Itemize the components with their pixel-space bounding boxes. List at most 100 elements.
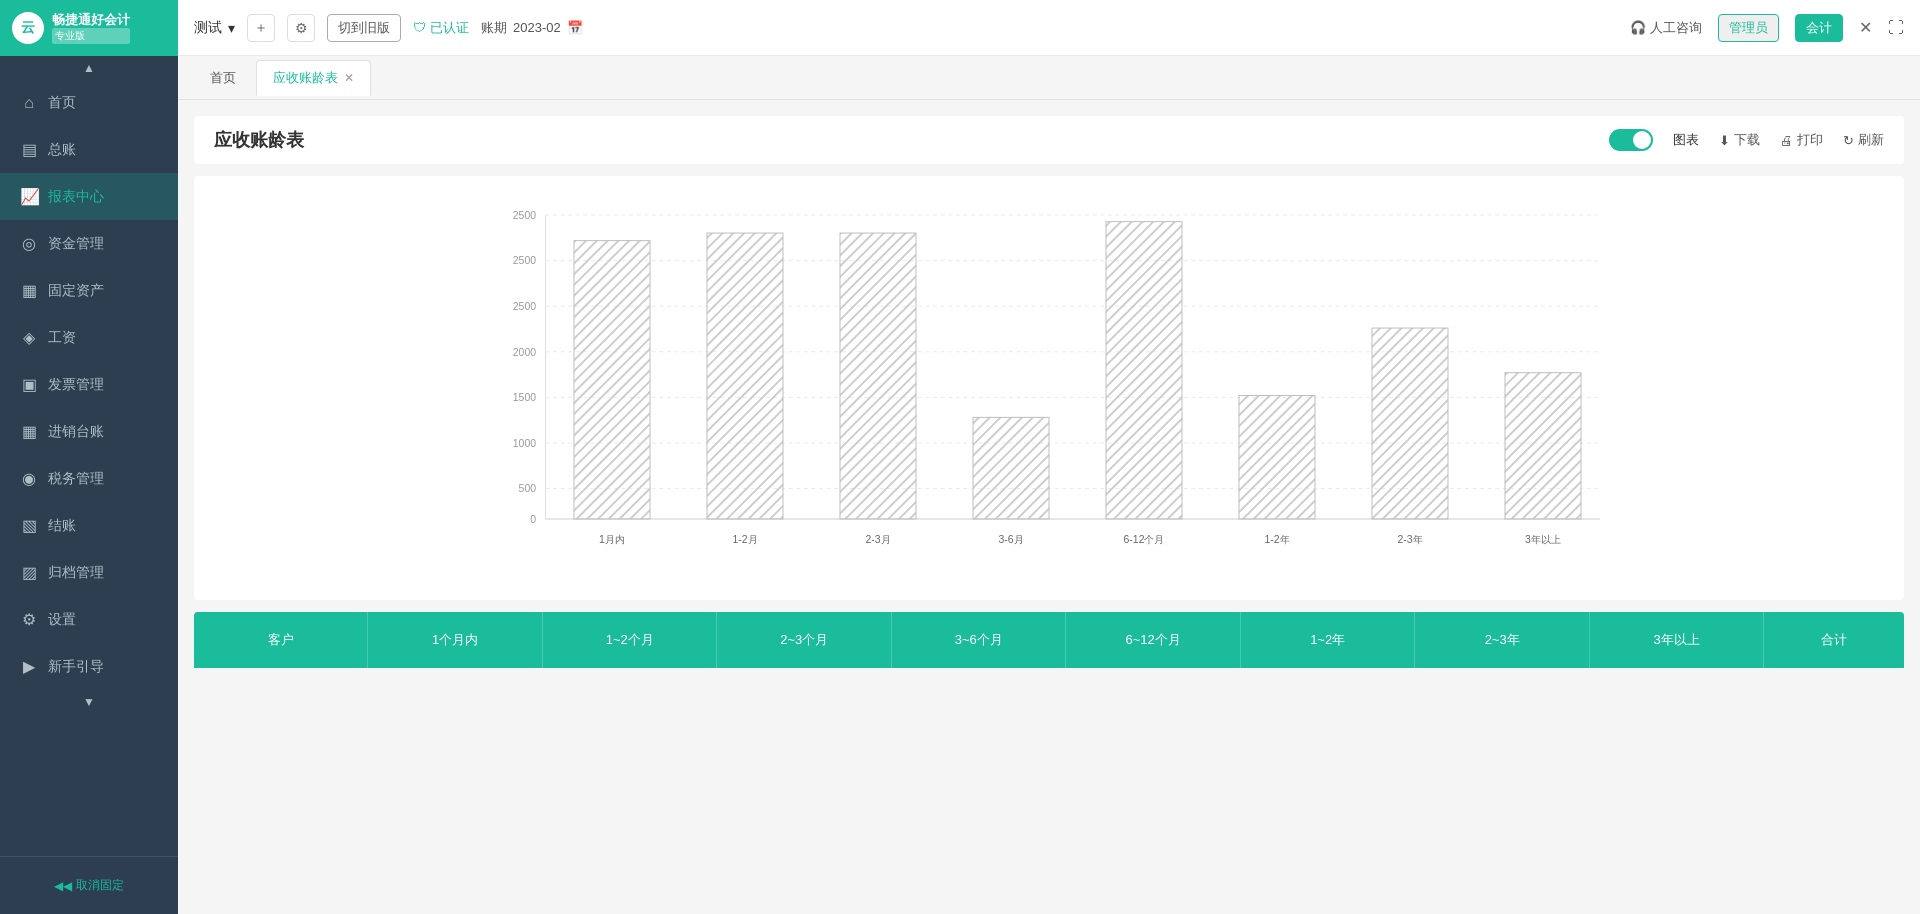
th-1-2month: 1~2个月 <box>543 612 718 668</box>
sidebar-label-sales: 进销台账 <box>48 423 104 441</box>
period-value: 2023-02 <box>513 20 561 35</box>
sidebar-item-tax[interactable]: ◉ 税务管理 <box>0 455 178 502</box>
svg-text:2500: 2500 <box>513 255 536 266</box>
sidebar-item-home[interactable]: ⌂ 首页 <box>0 80 178 126</box>
sidebar-item-guide[interactable]: ▶ 新手引导 <box>0 643 178 690</box>
svg-text:2500: 2500 <box>513 301 536 312</box>
home-icon: ⌂ <box>20 94 38 112</box>
x-label-6: 1-2年 <box>1264 534 1289 545</box>
chart-svg: 2500 2500 2500 2000 1500 1000 500 0 <box>214 196 1884 576</box>
download-label: 下载 <box>1734 131 1760 149</box>
th-3-6month: 3~6个月 <box>892 612 1066 668</box>
bar-8 <box>1505 373 1581 519</box>
pin-left-icon: ◀◀ <box>54 879 72 893</box>
invoice-icon: ▣ <box>20 375 38 394</box>
sidebar-label-close: 结账 <box>48 517 76 535</box>
sidebar-label-funds: 资金管理 <box>48 235 104 253</box>
refresh-button[interactable]: ↻ 刷新 <box>1843 131 1884 149</box>
sidebar-item-assets[interactable]: ▦ 固定资产 <box>0 267 178 314</box>
th-customer: 客户 <box>194 612 368 668</box>
x-label-4: 3-6月 <box>998 534 1023 545</box>
th-1-2year: 1~2年 <box>1241 612 1415 668</box>
sidebar-scroll-down[interactable]: ▼ <box>0 690 178 714</box>
sidebar-item-sales[interactable]: ▦ 进销台账 <box>0 408 178 455</box>
th-6-12month: 6~12个月 <box>1066 612 1241 668</box>
topbar: 测试 ▾ ＋ ⚙ 切到旧版 🛡 已认证 账期 2023-02 📅 🎧 人工咨询 … <box>178 0 1920 56</box>
sidebar-label-payroll: 工资 <box>48 329 76 347</box>
assets-icon: ▦ <box>20 281 38 300</box>
certified-label: 已认证 <box>430 19 469 37</box>
sidebar-item-invoice[interactable]: ▣ 发票管理 <box>0 361 178 408</box>
x-label-5: 6-12个月 <box>1124 534 1165 545</box>
reports-icon: 📈 <box>20 187 38 206</box>
sidebar-label-archive: 归档管理 <box>48 564 104 582</box>
chart-toggle[interactable] <box>1609 129 1653 151</box>
close-window-button[interactable]: ✕ <box>1859 18 1872 37</box>
x-label-7: 2-3年 <box>1397 534 1422 545</box>
sidebar-item-payroll[interactable]: ◈ 工资 <box>0 314 178 361</box>
sidebar-item-funds[interactable]: ◎ 资金管理 <box>0 220 178 267</box>
download-icon: ⬇ <box>1719 133 1730 148</box>
sidebar-item-archive[interactable]: ▨ 归档管理 <box>0 549 178 596</box>
consult-label: 人工咨询 <box>1650 19 1702 37</box>
consult-button[interactable]: 🎧 人工咨询 <box>1630 19 1702 37</box>
svg-text:2000: 2000 <box>513 347 536 358</box>
bar-4 <box>973 417 1049 519</box>
settings-button[interactable]: ⚙ <box>287 14 315 42</box>
sidebar-item-settings[interactable]: ⚙ 设置 <box>0 596 178 643</box>
close-accounts-icon: ▧ <box>20 516 38 535</box>
old-version-btn[interactable]: 切到旧版 <box>327 14 401 42</box>
cancel-fixed-btn[interactable]: ◀◀ 取消固定 <box>0 867 178 904</box>
svg-text:1000: 1000 <box>513 438 536 449</box>
tab-aging[interactable]: 应收账龄表 ✕ <box>256 60 371 96</box>
svg-text:2500: 2500 <box>513 210 536 221</box>
print-button[interactable]: 🖨 打印 <box>1780 131 1823 149</box>
svg-text:500: 500 <box>519 483 537 494</box>
tab-home[interactable]: 首页 <box>194 61 252 95</box>
sidebar-nav: ▲ ⌂ 首页 ▤ 总账 📈 报表中心 ◎ 资金管理 ▦ 固定资产 ◈ 工资 ▣ … <box>0 56 178 856</box>
sidebar-item-ledger[interactable]: ▤ 总账 <box>0 126 178 173</box>
tabbar: 首页 应收账龄表 ✕ <box>178 56 1920 100</box>
sidebar-label-settings: 设置 <box>48 611 76 629</box>
tab-close-icon[interactable]: ✕ <box>344 71 354 85</box>
ledger-icon: ▤ <box>20 140 38 159</box>
sidebar-logo: 云 畅捷通好会计 专业版 <box>0 0 178 56</box>
sidebar-item-reports[interactable]: 📈 报表中心 <box>0 173 178 220</box>
print-label: 打印 <box>1797 131 1823 149</box>
th-2-3year: 2~3年 <box>1415 612 1589 668</box>
expand-button[interactable]: ⛶ <box>1888 19 1904 37</box>
funds-icon: ◎ <box>20 234 38 253</box>
svg-text:0: 0 <box>530 514 536 525</box>
x-label-3: 2-3月 <box>865 534 890 545</box>
th-total: 合计 <box>1764 612 1904 668</box>
tax-icon: ◉ <box>20 469 38 488</box>
add-button[interactable]: ＋ <box>247 14 275 42</box>
calendar-icon[interactable]: 📅 <box>567 20 583 35</box>
th-2-3month: 2~3个月 <box>717 612 891 668</box>
print-icon: 🖨 <box>1780 133 1793 148</box>
sidebar-item-close[interactable]: ▧ 结账 <box>0 502 178 549</box>
app-edition: 专业版 <box>52 28 130 44</box>
x-label-1: 1月内 <box>599 534 625 545</box>
chart-toggle-label: 图表 <box>1673 131 1699 149</box>
bar-1-inner <box>574 241 650 519</box>
sidebar-label-tax: 税务管理 <box>48 470 104 488</box>
sidebar-label-ledger: 总账 <box>48 141 76 159</box>
accountant-button[interactable]: 会计 <box>1795 14 1843 42</box>
page-content: 应收账龄表 图表 ⬇ 下载 🖨 打印 <box>178 100 1920 914</box>
manager-button[interactable]: 管理员 <box>1718 14 1779 42</box>
tab-home-label: 首页 <box>210 69 236 87</box>
logo-text-group: 畅捷通好会计 专业版 <box>52 12 130 45</box>
bar-5 <box>1106 222 1182 519</box>
tab-aging-label: 应收账龄表 <box>273 69 338 87</box>
report-container: 应收账龄表 图表 ⬇ 下载 🖨 打印 <box>178 100 1920 914</box>
topbar-right: 🎧 人工咨询 管理员 会计 ✕ ⛶ <box>1630 14 1904 42</box>
sidebar-scroll-up[interactable]: ▲ <box>0 56 178 80</box>
settings-icon: ⚙ <box>20 610 38 629</box>
sidebar-label-reports: 报表中心 <box>48 188 104 206</box>
svg-text:1500: 1500 <box>513 392 536 403</box>
bar-2 <box>707 233 783 519</box>
download-button[interactable]: ⬇ 下载 <box>1719 131 1760 149</box>
guide-icon: ▶ <box>20 657 38 676</box>
project-selector[interactable]: 测试 ▾ <box>194 19 235 37</box>
